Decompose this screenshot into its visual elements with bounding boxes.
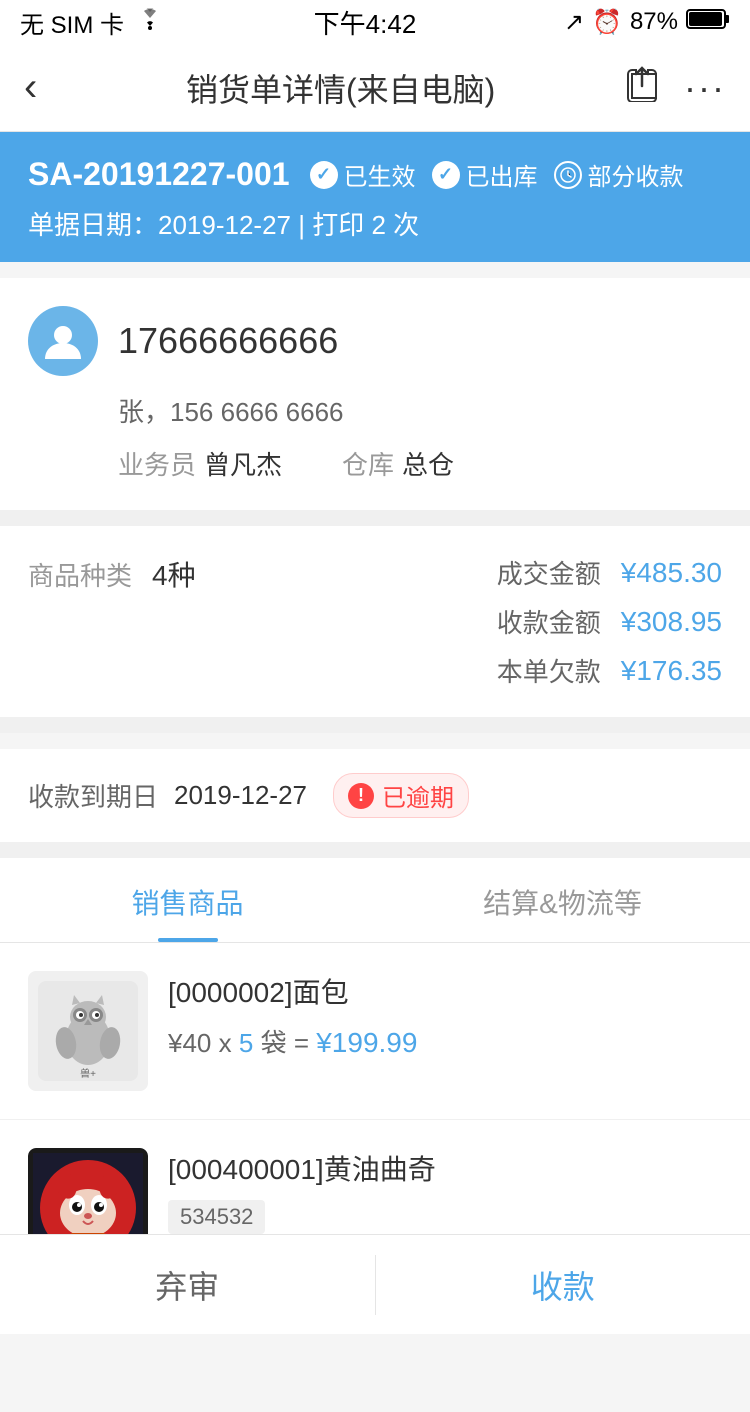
stats-left: 商品种类 4种 (28, 554, 196, 594)
product-info-1: [0000002]面包 ¥40 x 5 袋 = ¥199.99 (168, 971, 722, 1091)
product-image-1: 兽+ (28, 971, 148, 1091)
stat-debt: 本单欠款 ¥176.35 (497, 652, 722, 689)
avatar (28, 306, 98, 376)
product-name-1: [0000002]面包 (168, 971, 722, 1011)
battery-text: 87% (630, 8, 678, 36)
nav-actions: ··· (624, 66, 726, 110)
product-price-1: ¥40 x 5 袋 = ¥199.99 (168, 1023, 722, 1060)
clock-icon (554, 161, 582, 189)
cancel-button[interactable]: 弃审 (0, 1235, 375, 1334)
divider-2 (0, 717, 750, 733)
due-date: 2019-12-27 (174, 780, 307, 811)
alarm-icon: ⏰ (592, 8, 622, 37)
check-icon-1: ✓ (310, 161, 338, 189)
carrier-text: 无 SIM 卡 (20, 5, 124, 40)
due-label: 收款到期日 (28, 777, 158, 814)
status-bar: 无 SIM 卡 下午4:42 ↗ ⏰ 87% (0, 0, 750, 44)
overdue-badge: ! 已逾期 (333, 773, 469, 818)
customer-name: 17666666666 (118, 320, 338, 362)
overdue-text: 已逾期 (382, 778, 454, 813)
product-name-2: [000400001]黄油曲奇 (168, 1148, 722, 1188)
status-badges: ✓ 已生效 ✓ 已出库 部分收款 (310, 157, 684, 192)
category-count: 4种 (152, 554, 196, 594)
location-icon: ↗ (564, 8, 584, 37)
order-id: SA-20191227-001 (28, 156, 290, 193)
wifi-icon (134, 8, 166, 37)
product-tag-2: 534532 (168, 1200, 265, 1234)
tabs-bar: 销售商品 结算&物流等 (0, 858, 750, 943)
status-left: 无 SIM 卡 (20, 5, 166, 40)
more-icon[interactable]: ··· (684, 67, 726, 109)
share-icon[interactable] (624, 66, 660, 110)
category-label: 商品种类 (28, 556, 132, 593)
bottom-bar: 弃审 收款 (0, 1234, 750, 1334)
tab-products[interactable]: 销售商品 (0, 858, 375, 942)
customer-detail: 张，156 6666 6666 (118, 392, 722, 429)
battery-icon (686, 8, 730, 37)
customer-section: 17666666666 张，156 6666 6666 业务员 曾凡杰 仓库 总… (0, 278, 750, 510)
check-icon-2: ✓ (432, 161, 460, 189)
svg-text:兽+: 兽+ (80, 1067, 96, 1080)
page-title: 销货单详情(来自电脑) (57, 65, 624, 111)
stats-section: 商品种类 4种 成交金额 ¥485.30 收款金额 ¥308.95 本单欠款 ¥… (0, 526, 750, 717)
back-button[interactable]: ‹ (24, 65, 57, 110)
nav-bar: ‹ 销货单详情(来自电脑) ··· (0, 44, 750, 132)
customer-staff: 业务员 曾凡杰 仓库 总仓 (118, 445, 722, 482)
stat-amount: 成交金额 ¥485.30 (497, 554, 722, 591)
warehouse-label: 仓库 (342, 445, 394, 482)
order-header: SA-20191227-001 ✓ 已生效 ✓ 已出库 部分收款 (0, 132, 750, 262)
due-section: 收款到期日 2019-12-27 ! 已逾期 (0, 749, 750, 842)
status-right: ↗ ⏰ 87% (564, 8, 730, 37)
stats-right: 成交金额 ¥485.30 收款金额 ¥308.95 本单欠款 ¥176.35 (497, 554, 722, 689)
product-item-1: 兽+ [0000002]面包 ¥40 x 5 袋 = ¥199.99 (0, 943, 750, 1120)
order-meta: 单据日期：2019-12-27 | 打印 2 次 (28, 205, 722, 242)
tab-settlement[interactable]: 结算&物流等 (375, 858, 750, 942)
staff-label: 业务员 (118, 445, 196, 482)
confirm-button[interactable]: 收款 (376, 1235, 750, 1334)
overdue-icon: ! (348, 783, 374, 809)
staff-name: 曾凡杰 (204, 445, 282, 482)
divider-3 (0, 842, 750, 850)
badge-shipped: ✓ 已出库 (432, 157, 538, 192)
stat-received: 收款金额 ¥308.95 (497, 603, 722, 640)
status-time: 下午4:42 (314, 4, 417, 41)
divider-1 (0, 510, 750, 526)
badge-partial: 部分收款 (554, 157, 684, 192)
warehouse-name: 总仓 (402, 445, 454, 482)
tabs-section: 销售商品 结算&物流等 (0, 850, 750, 943)
badge-effective: ✓ 已生效 (310, 157, 416, 192)
